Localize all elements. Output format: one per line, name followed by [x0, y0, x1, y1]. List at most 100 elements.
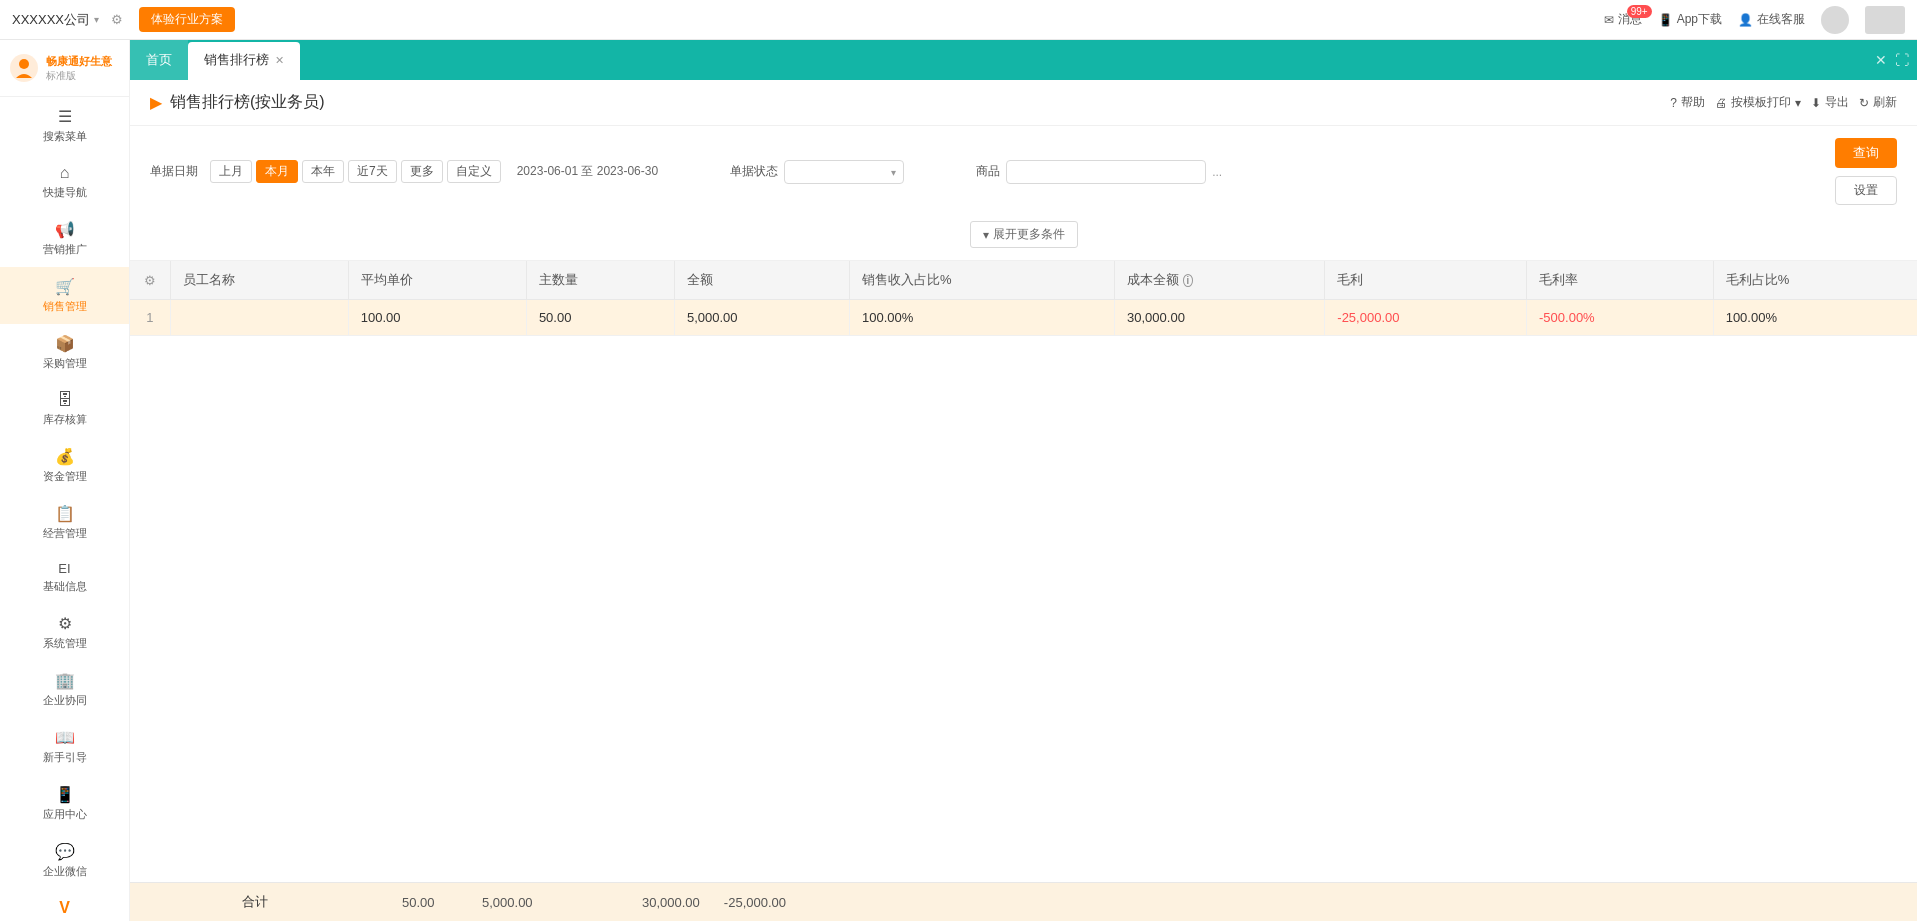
tab-home[interactable]: 首页: [130, 40, 188, 80]
sidebar-item-label: 搜索菜单: [43, 129, 87, 144]
status-label: 单据状态: [730, 163, 778, 180]
wechat-icon: 💬: [55, 842, 75, 861]
status-select[interactable]: [784, 160, 904, 184]
sidebar-item-label: 营销推广: [43, 242, 87, 257]
page-content: ▶ 销售排行榜(按业务员) ? 帮助 🖨 按模板打印 ▾ ⬇ 导: [130, 80, 1917, 921]
cell-amount: 5,000.00: [674, 300, 849, 336]
cost-info-icon[interactable]: i: [1183, 274, 1193, 287]
home-icon: ⌂: [60, 164, 70, 182]
filter-row-1: 单据日期 上月 本月 本年 近7天 更多 自定义 2023-06-01 至 20…: [150, 138, 1897, 205]
cell-cost: 30,000.00: [1115, 300, 1325, 336]
back-arrow-icon[interactable]: ▶: [150, 93, 162, 112]
col-profit-rate: 毛利率: [1527, 261, 1714, 300]
tab-close-window-icon[interactable]: ✕: [1875, 52, 1887, 68]
date-range-display: 2023-06-01 至 2023-06-30: [517, 163, 658, 180]
export-button[interactable]: ⬇ 导出: [1811, 94, 1849, 111]
date-btn-7days[interactable]: 近7天: [348, 160, 397, 183]
cell-profit-rate: -500.00%: [1527, 300, 1714, 336]
sidebar-item-label: 企业协同: [43, 693, 87, 708]
tab-maximize-icon[interactable]: ⛶: [1895, 52, 1909, 68]
print-button[interactable]: 🖨 按模板打印 ▾: [1715, 94, 1801, 111]
col-settings[interactable]: ⚙: [130, 261, 170, 300]
app-center-icon: 📱: [55, 785, 75, 804]
sidebar-item-basic[interactable]: EI 基础信息: [0, 551, 129, 604]
goods-input[interactable]: [1006, 160, 1206, 184]
logo-icon: [8, 52, 40, 84]
logo-text: 畅康通好生意 标准版: [46, 54, 112, 83]
date-btn-more[interactable]: 更多: [401, 160, 443, 183]
avatar[interactable]: [1821, 6, 1849, 34]
main-layout: 畅康通好生意 标准版 ☰ 搜索菜单 ⌂ 快捷导航 📢 营销推广 🛒 销售管理 📦…: [0, 40, 1917, 921]
print-chevron-icon: ▾: [1795, 96, 1801, 110]
app-download-item[interactable]: 📱 App下载: [1658, 11, 1722, 28]
cell-rank: 1: [130, 300, 170, 336]
query-button[interactable]: 查询: [1835, 138, 1897, 168]
date-btn-current-month[interactable]: 本月: [256, 160, 298, 183]
refresh-icon: ↻: [1859, 96, 1869, 110]
settings-icon[interactable]: ⚙: [111, 12, 123, 27]
company-selector[interactable]: XXXXXX公司 ▾: [12, 11, 99, 29]
help-icon: ?: [1670, 96, 1677, 110]
trial-button[interactable]: 体验行业方案: [139, 7, 235, 32]
status-filter: 单据状态: [730, 160, 904, 184]
operation-icon: 📋: [55, 504, 75, 523]
col-amount: 全额: [674, 261, 849, 300]
col-avg-price: 平均单价: [348, 261, 526, 300]
sidebar-item-member[interactable]: V 畅会员: [0, 889, 129, 921]
sidebar-item-label: 资金管理: [43, 469, 87, 484]
footer-label: 合计: [230, 893, 310, 911]
sidebar-item-wechat[interactable]: 💬 企业微信: [0, 832, 129, 889]
sidebar-item-app[interactable]: 📱 应用中心: [0, 775, 129, 832]
date-label: 单据日期: [150, 163, 198, 180]
page-title: 销售排行榜(按业务员): [170, 92, 325, 113]
sidebar-item-marketing[interactable]: 📢 营销推广: [0, 210, 129, 267]
sidebar-item-operation[interactable]: 📋 经营管理: [0, 494, 129, 551]
tab-bar-actions: ✕ ⛶: [1875, 52, 1917, 68]
page-header: ▶ 销售排行榜(按业务员) ? 帮助 🖨 按模板打印 ▾ ⬇ 导: [130, 80, 1917, 126]
more-filters-btn[interactable]: ...: [1212, 165, 1222, 179]
cell-profit-pct: 100.00%: [1713, 300, 1917, 336]
col-name: 员工名称: [170, 261, 348, 300]
sidebar-item-guide[interactable]: 📖 新手引导: [0, 718, 129, 775]
sidebar-item-purchase[interactable]: 📦 采购管理: [0, 324, 129, 381]
guide-icon: 📖: [55, 728, 75, 747]
sidebar-item-label: 快捷导航: [43, 185, 87, 200]
sidebar-item-system[interactable]: ⚙ 系统管理: [0, 604, 129, 661]
search-menu-icon: ☰: [58, 107, 72, 126]
date-btn-custom[interactable]: 自定义: [447, 160, 501, 183]
date-btn-current-year[interactable]: 本年: [302, 160, 344, 183]
sidebar-item-inventory[interactable]: 🗄 库存核算: [0, 381, 129, 437]
table-container: ⚙ 员工名称 平均单价 主数量 全额 销售收入占比% 成本全额 i 毛利 毛利率…: [130, 261, 1917, 882]
sidebar-item-search[interactable]: ☰ 搜索菜单: [0, 97, 129, 154]
export-icon: ⬇: [1811, 96, 1821, 110]
message-item[interactable]: ✉ 消息 99+: [1604, 11, 1642, 28]
content-area: 首页 销售排行榜 ✕ ✕ ⛶ ▶ 销售排行榜(按业务员) ?: [130, 40, 1917, 921]
close-tab-icon[interactable]: ✕: [275, 54, 284, 67]
tab-sales-rank[interactable]: 销售排行榜 ✕: [188, 42, 300, 82]
col-sales-pct: 销售收入占比%: [849, 261, 1114, 300]
cell-profit: -25,000.00: [1325, 300, 1527, 336]
sidebar-item-shortcut[interactable]: ⌂ 快捷导航: [0, 154, 129, 210]
goods-filter: 商品 ...: [976, 160, 1222, 184]
online-service-item[interactable]: 👤 在线客服: [1738, 11, 1805, 28]
expand-label: 展开更多条件: [993, 226, 1065, 243]
refresh-button[interactable]: ↻ 刷新: [1859, 94, 1897, 111]
inventory-icon: 🗄: [57, 391, 73, 409]
sidebar-item-enterprise[interactable]: 🏢 企业协同: [0, 661, 129, 718]
sales-icon: 🛒: [55, 277, 75, 296]
sidebar-item-label: 基础信息: [43, 579, 87, 594]
settings-small-button[interactable]: 设置: [1835, 176, 1897, 205]
sidebar-item-finance[interactable]: 💰 资金管理: [0, 437, 129, 494]
sidebar-item-sales[interactable]: 🛒 销售管理: [0, 267, 129, 324]
tab-sales-rank-label: 销售排行榜: [204, 51, 269, 69]
tab-bar: 首页 销售排行榜 ✕ ✕ ⛶: [130, 40, 1917, 80]
expand-more-button[interactable]: ▾ 展开更多条件: [970, 221, 1078, 248]
help-button[interactable]: ? 帮助: [1670, 94, 1705, 111]
enterprise-icon: 🏢: [55, 671, 75, 690]
marketing-icon: 📢: [55, 220, 75, 239]
cell-avg-price: 100.00: [348, 300, 526, 336]
top-bar-right: ✉ 消息 99+ 📱 App下载 👤 在线客服: [1604, 6, 1905, 34]
date-btn-prev-month[interactable]: 上月: [210, 160, 252, 183]
sidebar-item-label: 库存核算: [43, 412, 87, 427]
message-icon: ✉: [1604, 13, 1614, 27]
